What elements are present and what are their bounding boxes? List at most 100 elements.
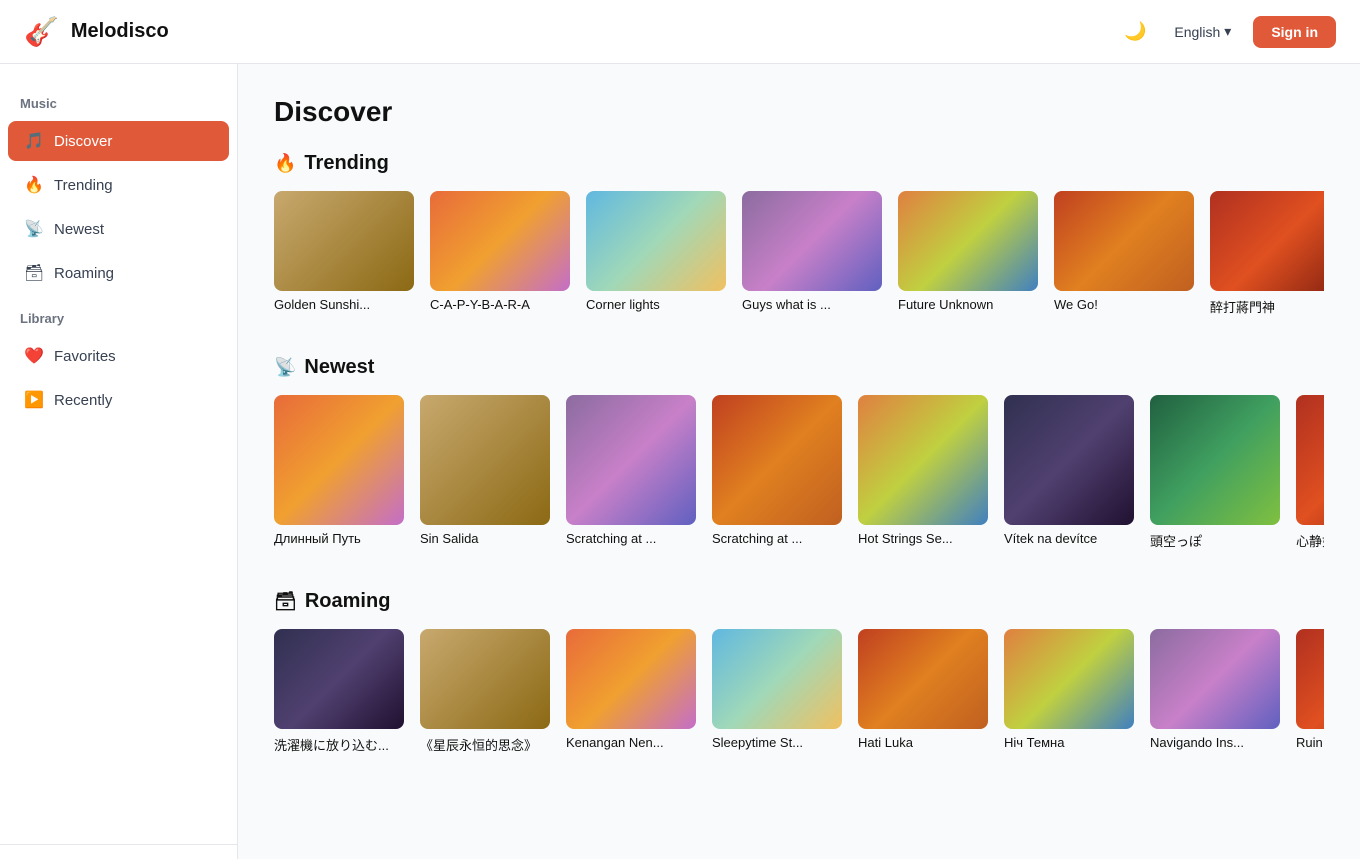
roaming-section-icon: 🗃 [274,591,297,612]
card-c-a-p-y[interactable]: C-A-P-Y-B-A-R-A [430,191,570,316]
card-vitek-na-devitce[interactable]: Vítek na devítce [1004,395,1134,550]
card-scratching-at-1[interactable]: Scratching at ... [566,395,696,550]
card-label: Ніч Темна [1004,735,1134,750]
card-xin-jing-ru-shui-1[interactable]: 心静如水 [1296,395,1324,550]
sidebar: Music 🎵 Discover 🔥 Trending 📡 Newest 🗃 R… [0,64,238,859]
card-future-unknown[interactable]: Future Unknown [898,191,1038,316]
music-icon: 🎵 [24,131,44,151]
sidebar-item-trending-label: Trending [54,177,113,194]
app-layout: Music 🎵 Discover 🔥 Trending 📡 Newest 🗃 R… [0,64,1360,859]
music-section-label: Music [0,80,237,119]
chevron-down-icon: ▾ [1224,23,1231,40]
rss-section-icon: 📡 [274,357,296,378]
roaming-cards-grid: 洗濯機に放り込む... 《星辰永恒的思念》 Kenangan Nen...Sleep… [274,629,1324,758]
card-thumbnail [420,629,550,729]
card-navigando-ins[interactable]: Navigando Ins... [1150,629,1280,754]
trending-cards-grid: Golden Sunshi... C-A-P-Y-B-A-R-A Corner li… [274,191,1324,320]
card-kenangan-nen[interactable]: Kenangan Nen... [566,629,696,754]
card-thumbnail [1296,395,1324,525]
card-hot-strings-se[interactable]: Hot Strings Se... [858,395,988,550]
card-thumbnail [566,395,696,525]
card-thumbnail [1004,395,1134,525]
card-sin-salida[interactable]: Sin Salida [420,395,550,550]
card-thumbnail [1296,629,1324,729]
sidebar-item-roaming[interactable]: 🗃 Roaming [8,253,229,293]
card-dlinnyy-put[interactable]: Длинный Путь [274,395,404,550]
newest-section-title: Newest [304,356,374,379]
card-label: C-A-P-Y-B-A-R-A [430,297,570,312]
newest-section: 📡 Newest Длинный Путь Sin Salida Scratchin… [274,356,1324,554]
heart-icon: ❤️ [24,346,44,366]
card-label: 《星辰永恒的思念》 [420,735,550,754]
language-label: English [1174,24,1220,40]
card-thumbnail [566,629,696,729]
card-label: We Go! [1054,297,1194,312]
card-thumbnail [420,395,550,525]
sidebar-item-favorites[interactable]: ❤️ Favorites [8,336,229,376]
moon-icon: 🌙 [1124,21,1146,41]
topbar-right: 🌙 English ▾ Sign in [1118,15,1336,48]
card-label: Golden Sunshi... [274,297,414,312]
card-thumbnail [1150,629,1280,729]
card-thumbnail [712,395,842,525]
topbar: 🎸 Melodisco 🌙 English ▾ Sign in [0,0,1360,64]
card-thumbnail [712,629,842,729]
sidebar-item-recently-label: Recently [54,392,112,409]
sidebar-item-favorites-label: Favorites [54,348,116,365]
card-thumbnail [858,629,988,729]
card-scratching-at-2[interactable]: Scratching at ... [712,395,842,550]
card-atama-tsubo[interactable]: 頭空っぽ [1150,395,1280,550]
card-thumbnail [1150,395,1280,525]
main-content: Discover 🔥 Trending Golden Sunshi... C-A-… [238,64,1360,859]
card-guys-what-is[interactable]: Guys what is ... [742,191,882,316]
sidebar-item-discover-label: Discover [54,133,112,150]
card-thumbnail [274,395,404,525]
library-section-label: Library [0,295,237,334]
card-we-go[interactable]: We Go! [1054,191,1194,316]
card-sleepytime-st[interactable]: Sleepytime St... [712,629,842,754]
topbar-left: 🎸 Melodisco [24,15,169,48]
trending-section: 🔥 Trending Golden Sunshi... C-A-P-Y-B-A-R… [274,152,1324,320]
sidebar-item-recently[interactable]: ▶️ Recently [8,380,229,420]
sidebar-item-newest-label: Newest [54,221,104,238]
card-label: Navigando Ins... [1150,735,1280,750]
sidebar-item-roaming-label: Roaming [54,265,114,282]
card-ruin-old-bars[interactable]: Ruin Old Bars [1296,629,1324,754]
card-label: Scratching at ... [712,531,842,546]
trending-section-header: 🔥 Trending [274,152,1324,175]
card-nich-temna[interactable]: Ніч Темна [1004,629,1134,754]
sidebar-item-newest[interactable]: 📡 Newest [8,209,229,249]
sidebar-item-discover[interactable]: 🎵 Discover [8,121,229,161]
card-label: Hot Strings Se... [858,531,988,546]
sidebar-bottom: ✕ 𝐏 ⌥ ☕ Privacy Policy Terms of Service [0,844,237,859]
card-label: Vítek na devítce [1004,531,1134,546]
card-label: Scratching at ... [566,531,696,546]
signin-button[interactable]: Sign in [1253,16,1336,48]
card-label: Hati Luka [858,735,988,750]
card-label: Sin Salida [420,531,550,546]
card-label: 洗濯機に放り込む... [274,735,404,754]
card-hati-luka[interactable]: Hati Luka [858,629,988,754]
roaming-section-header: 🗃 Roaming [274,590,1324,613]
card-label: Длинный Путь [274,531,404,546]
fire-section-icon: 🔥 [274,153,296,174]
card-corner-lights[interactable]: Corner lights [586,191,726,316]
card-washing-machine[interactable]: 洗濯機に放り込む... [274,629,404,754]
sidebar-item-trending[interactable]: 🔥 Trending [8,165,229,205]
card-thumbnail [898,191,1038,291]
play-icon: ▶️ [24,390,44,410]
card-thumbnail [430,191,570,291]
roaming-section-title: Roaming [305,590,391,613]
card-label: Ruin Old Bars [1296,735,1324,750]
page-title: Discover [274,96,1324,128]
card-label: Guys what is ... [742,297,882,312]
language-selector[interactable]: English ▾ [1164,17,1241,46]
card-thumbnail [1054,191,1194,291]
card-golden-sunshine[interactable]: Golden Sunshi... [274,191,414,316]
card-xingchen-yongheng[interactable]: 《星辰永恒的思念》 [420,629,550,754]
dark-mode-button[interactable]: 🌙 [1118,15,1152,48]
newest-cards-grid: Длинный Путь Sin Salida Scratching at ... S… [274,395,1324,554]
card-label: 醉打蔣門神 [1210,297,1324,316]
card-zui-da-men-shen[interactable]: 醉打蔣門神 [1210,191,1324,316]
roaming-icon: 🗃 [24,263,44,283]
